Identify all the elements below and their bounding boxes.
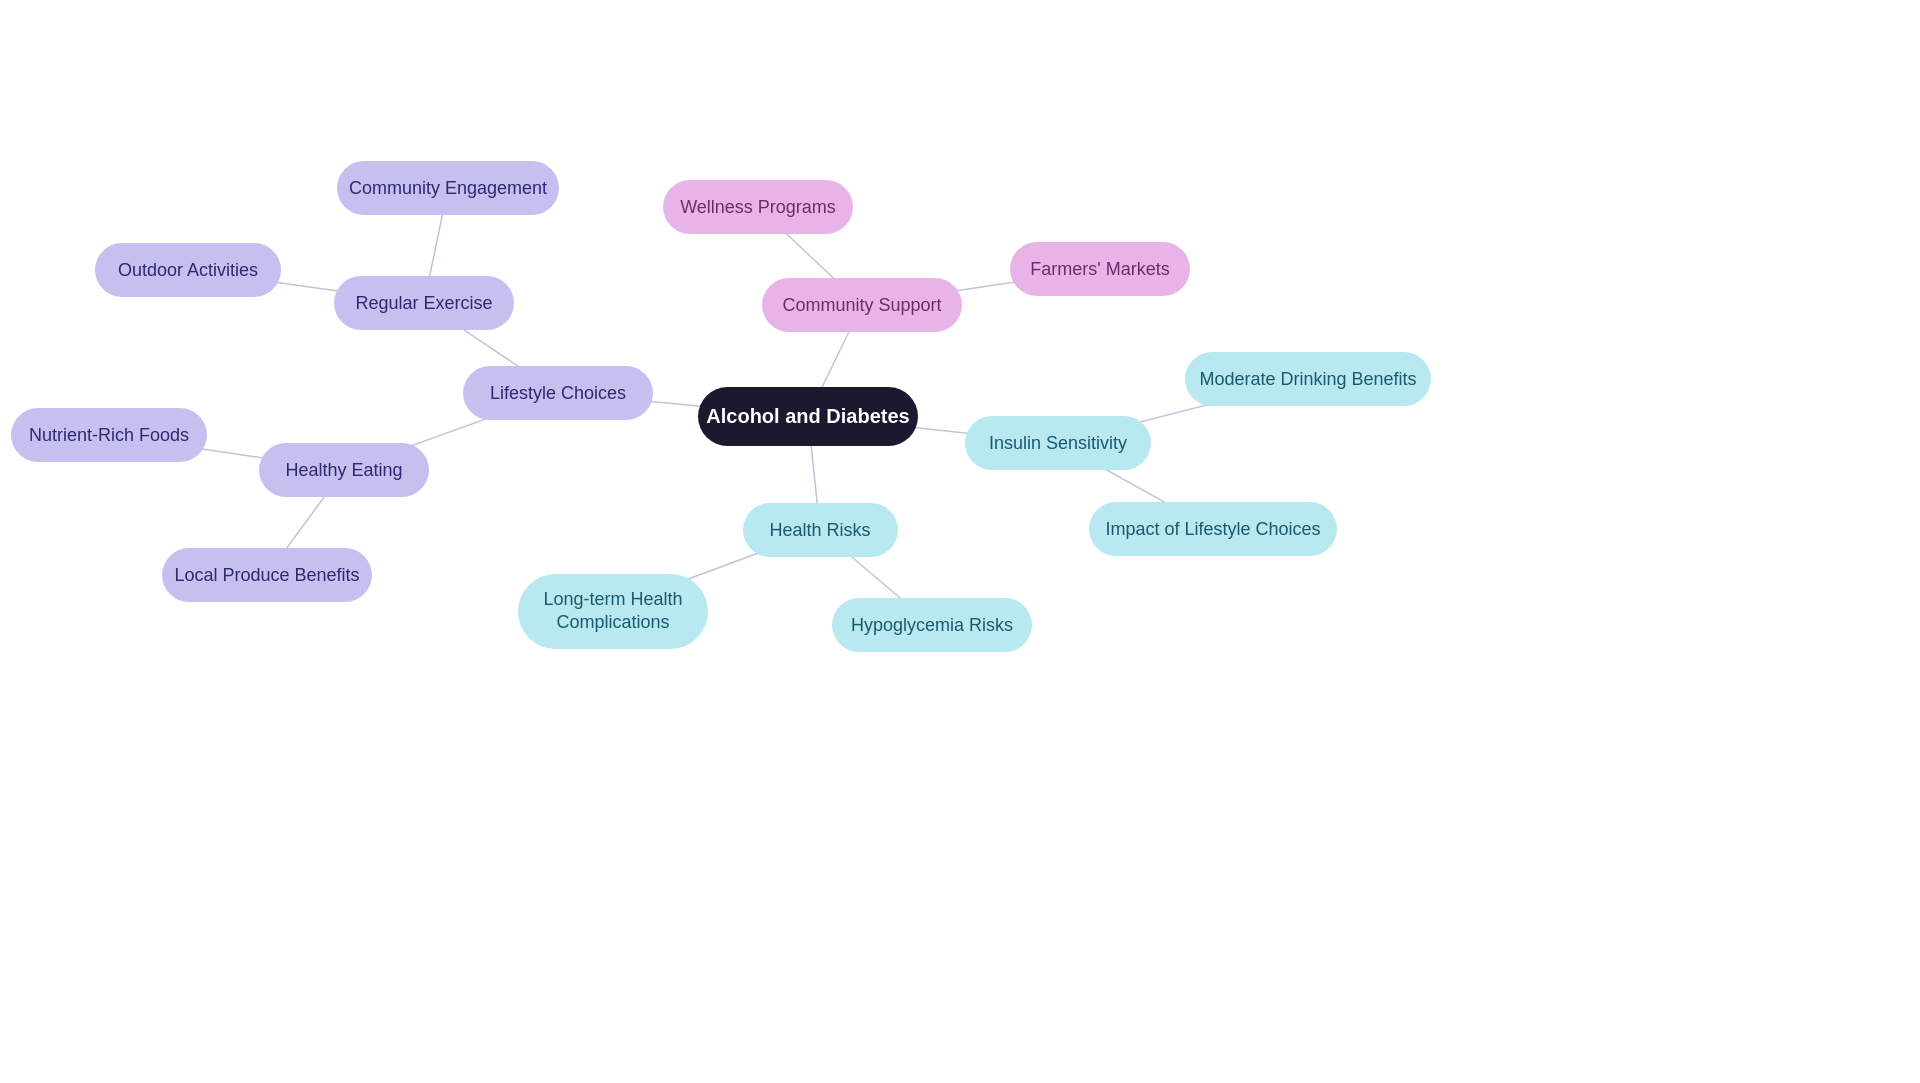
healthy-eating-label: Healthy Eating [285,460,402,481]
node-center-label: Alcohol and Diabetes [706,405,909,428]
node-hypoglycemia[interactable]: Hypoglycemia Risks [832,598,1032,652]
node-healthy-eating[interactable]: Healthy Eating [259,443,429,497]
node-center[interactable]: Alcohol and Diabetes [698,387,918,446]
node-farmers-markets[interactable]: Farmers' Markets [1010,242,1190,296]
health-risks-label: Health Risks [769,520,870,541]
node-wellness-programs[interactable]: Wellness Programs [663,180,853,234]
node-regular-exercise[interactable]: Regular Exercise [334,276,514,330]
node-outdoor-activities[interactable]: Outdoor Activities [95,243,281,297]
node-long-term[interactable]: Long-term HealthComplications [518,574,708,649]
outdoor-activities-label: Outdoor Activities [118,260,258,281]
node-moderate-drinking[interactable]: Moderate Drinking Benefits [1185,352,1431,406]
local-produce-label: Local Produce Benefits [174,565,359,586]
insulin-sensitivity-label: Insulin Sensitivity [989,433,1127,454]
regular-exercise-label: Regular Exercise [355,293,492,314]
farmers-markets-label: Farmers' Markets [1030,259,1169,280]
moderate-drinking-label: Moderate Drinking Benefits [1199,369,1416,390]
nutrient-rich-label: Nutrient-Rich Foods [29,425,189,446]
wellness-programs-label: Wellness Programs [680,197,836,218]
node-community-support[interactable]: Community Support [762,278,962,332]
hypoglycemia-label: Hypoglycemia Risks [851,615,1013,636]
long-term-label: Long-term HealthComplications [543,588,682,635]
node-health-risks[interactable]: Health Risks [743,503,898,557]
node-impact-lifestyle[interactable]: Impact of Lifestyle Choices [1089,502,1337,556]
node-nutrient-rich[interactable]: Nutrient-Rich Foods [11,408,207,462]
node-community-engagement[interactable]: Community Engagement [337,161,559,215]
node-lifestyle-choices[interactable]: Lifestyle Choices [463,366,653,420]
impact-lifestyle-label: Impact of Lifestyle Choices [1105,519,1320,540]
community-support-label: Community Support [782,295,941,316]
node-local-produce[interactable]: Local Produce Benefits [162,548,372,602]
node-insulin-sensitivity[interactable]: Insulin Sensitivity [965,416,1151,470]
community-engagement-label: Community Engagement [349,178,547,199]
lifestyle-choices-label: Lifestyle Choices [490,383,626,404]
